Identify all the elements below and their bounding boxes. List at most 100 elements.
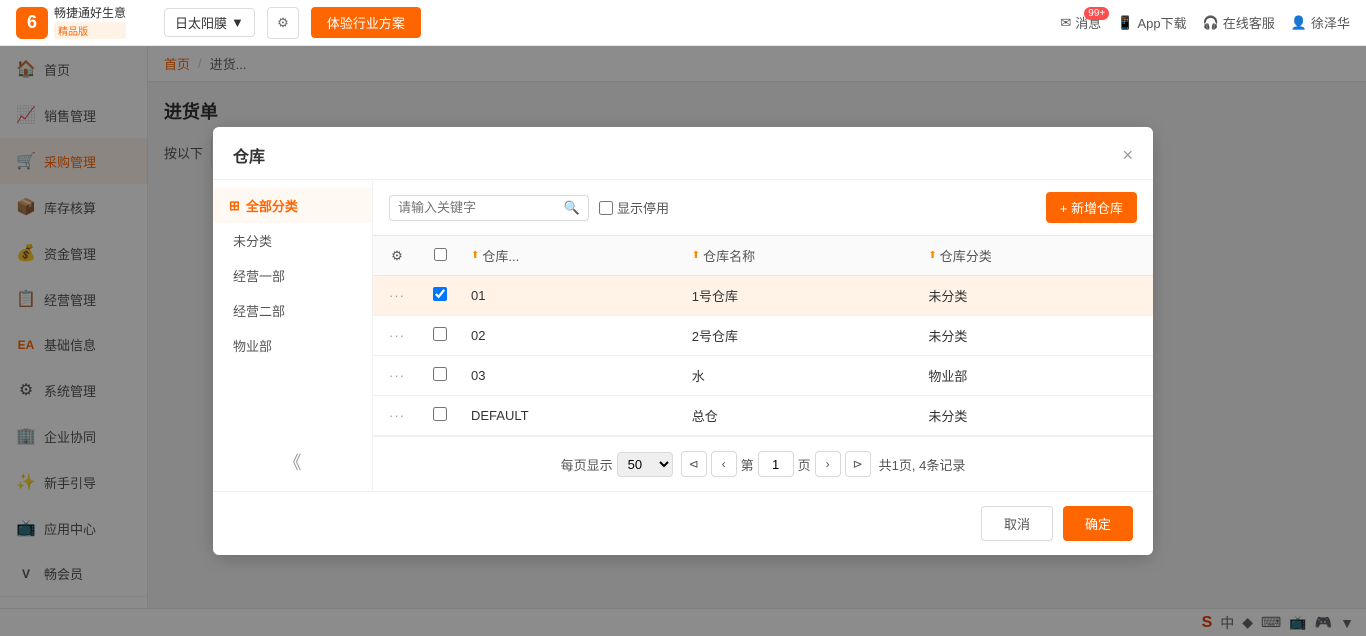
sort-icon-cat: ⬆ bbox=[928, 250, 936, 261]
headset-icon: 🎧 bbox=[1203, 15, 1219, 31]
row-category: 物业部 bbox=[916, 356, 1153, 396]
category-all-label: 全部分类 bbox=[246, 196, 298, 215]
category-label: 经营一部 bbox=[233, 269, 285, 284]
table-row[interactable]: ··· 02 2号仓库 未分类 bbox=[373, 316, 1153, 356]
logo-text: 畅捷通好生意 bbox=[54, 6, 126, 22]
settings-icon[interactable]: ⚙ bbox=[267, 7, 299, 39]
user-profile-button[interactable]: 👤 徐泽华 bbox=[1291, 13, 1350, 32]
warehouse-modal: 仓库 × ⊞ 全部分类 未分类 经营一部 经营二部 bbox=[213, 127, 1153, 555]
page-navigation: ⊲ ‹ 第 页 › ⊳ bbox=[681, 451, 871, 477]
row-code: 01 bbox=[459, 276, 680, 316]
user-icon: 👤 bbox=[1291, 15, 1307, 31]
th-code: ⬆ 仓库... bbox=[459, 236, 680, 276]
row-gear-cell: ··· bbox=[373, 276, 421, 316]
modal-footer: 取消 确定 bbox=[213, 491, 1153, 555]
row-gear-cell: ··· bbox=[373, 396, 421, 436]
category-item-unclassified[interactable]: 未分类 bbox=[213, 223, 372, 258]
last-page-button[interactable]: ⊳ bbox=[845, 451, 871, 477]
current-page-input[interactable] bbox=[758, 451, 794, 477]
header-middle: 日太阳膜 ▼ ⚙ 体验行业方案 bbox=[164, 7, 1060, 39]
row-select-checkbox[interactable] bbox=[433, 367, 447, 381]
row-category: 未分类 bbox=[916, 276, 1153, 316]
logo-icon: 6 bbox=[16, 7, 48, 39]
category-label: 物业部 bbox=[233, 339, 272, 354]
table-scroll: ⚙ ⬆ 仓库... bbox=[373, 235, 1153, 436]
header-right: ✉ 消息 99+ 📱 App下载 🎧 在线客服 👤 徐泽华 bbox=[1060, 13, 1350, 32]
messages-badge: 99+ bbox=[1084, 7, 1109, 20]
th-gear: ⚙ bbox=[373, 236, 421, 276]
prev-page-button[interactable]: ‹ bbox=[711, 451, 737, 477]
trial-button[interactable]: 体验行业方案 bbox=[311, 7, 421, 38]
row-select-checkbox[interactable] bbox=[433, 327, 447, 341]
modal-title: 仓库 bbox=[233, 143, 265, 167]
category-sidebar: ⊞ 全部分类 未分类 经营一部 经营二部 物业部 《 bbox=[213, 180, 373, 491]
table-row[interactable]: ··· DEFAULT 总仓 未分类 bbox=[373, 396, 1153, 436]
table-row[interactable]: ··· 01 1号仓库 未分类 bbox=[373, 276, 1153, 316]
modal-body: ⊞ 全部分类 未分类 经营一部 经营二部 物业部 《 bbox=[213, 180, 1153, 491]
category-all[interactable]: ⊞ 全部分类 bbox=[213, 188, 372, 223]
pagination: 每页显示 102050100 ⊲ ‹ 第 页 › ⊳ 共1页, 4条记录 bbox=[373, 436, 1153, 491]
message-icon: ✉ bbox=[1060, 15, 1071, 31]
row-name: 水 bbox=[680, 356, 917, 396]
row-checkbox-cell bbox=[421, 316, 459, 356]
store-selector[interactable]: 日太阳膜 ▼ bbox=[164, 8, 255, 37]
search-box: 🔍 bbox=[389, 195, 589, 221]
table-area: 🔍 显示停用 + 新增仓库 ⚙ bbox=[373, 180, 1153, 491]
row-options-icon[interactable]: ··· bbox=[389, 328, 405, 343]
sort-icon: ⬆ bbox=[471, 250, 479, 261]
category-item-property[interactable]: 物业部 bbox=[213, 328, 372, 363]
table-row[interactable]: ··· 03 水 物业部 bbox=[373, 356, 1153, 396]
search-input[interactable] bbox=[398, 200, 564, 215]
store-name: 日太阳膜 bbox=[175, 13, 227, 32]
row-options-icon[interactable]: ··· bbox=[389, 368, 405, 383]
chevron-down-icon: ▼ bbox=[231, 15, 244, 30]
grid-icon: ⊞ bbox=[229, 198, 240, 214]
category-collapse-button[interactable]: 《 bbox=[213, 441, 372, 483]
select-all-checkbox[interactable] bbox=[434, 248, 447, 261]
modal-close-button[interactable]: × bbox=[1122, 145, 1133, 166]
app-download-button[interactable]: 📱 App下载 bbox=[1117, 13, 1186, 32]
row-checkbox-cell bbox=[421, 276, 459, 316]
page-label: 第 bbox=[741, 455, 754, 474]
th-name: ⬆ 仓库名称 bbox=[680, 236, 917, 276]
per-page-select[interactable]: 102050100 bbox=[617, 452, 673, 477]
row-options-icon[interactable]: ··· bbox=[389, 288, 405, 303]
row-code: DEFAULT bbox=[459, 396, 680, 436]
logo-badge: 精品版 bbox=[54, 22, 126, 39]
category-item-dept2[interactable]: 经营二部 bbox=[213, 293, 372, 328]
row-name: 1号仓库 bbox=[680, 276, 917, 316]
messages-button[interactable]: ✉ 消息 99+ bbox=[1060, 13, 1101, 32]
modal-header: 仓库 × bbox=[213, 127, 1153, 180]
show-disabled-checkbox: 显示停用 bbox=[599, 198, 669, 217]
logo-area: 6 畅捷通好生意 精品版 bbox=[16, 6, 164, 39]
row-code: 03 bbox=[459, 356, 680, 396]
category-item-dept1[interactable]: 经营一部 bbox=[213, 258, 372, 293]
row-gear-cell: ··· bbox=[373, 316, 421, 356]
warehouse-table: ⚙ ⬆ 仓库... bbox=[373, 235, 1153, 436]
cancel-button[interactable]: 取消 bbox=[981, 506, 1053, 541]
user-name: 徐泽华 bbox=[1311, 13, 1350, 32]
disabled-checkbox[interactable] bbox=[599, 201, 613, 215]
per-page-label: 每页显示 bbox=[561, 455, 613, 474]
modal-overlay[interactable]: 仓库 × ⊞ 全部分类 未分类 经营一部 经营二部 bbox=[0, 46, 1366, 636]
first-page-button[interactable]: ⊲ bbox=[681, 451, 707, 477]
search-icon[interactable]: 🔍 bbox=[564, 200, 580, 216]
row-name: 总仓 bbox=[680, 396, 917, 436]
row-options-icon[interactable]: ··· bbox=[389, 408, 405, 423]
sort-icon-name: ⬆ bbox=[692, 250, 700, 261]
gear-header-icon[interactable]: ⚙ bbox=[391, 248, 403, 263]
show-disabled-label: 显示停用 bbox=[617, 198, 669, 217]
row-select-checkbox[interactable] bbox=[433, 407, 447, 421]
add-warehouse-button[interactable]: + 新增仓库 bbox=[1046, 192, 1137, 223]
confirm-button[interactable]: 确定 bbox=[1063, 506, 1133, 541]
row-code: 02 bbox=[459, 316, 680, 356]
th-category: ⬆ 仓库分类 bbox=[916, 236, 1153, 276]
row-gear-cell: ··· bbox=[373, 356, 421, 396]
page-suffix: 页 bbox=[798, 455, 811, 474]
row-checkbox-cell bbox=[421, 396, 459, 436]
row-name: 2号仓库 bbox=[680, 316, 917, 356]
top-header: 6 畅捷通好生意 精品版 日太阳膜 ▼ ⚙ 体验行业方案 ✉ 消息 99+ 📱 … bbox=[0, 0, 1366, 46]
customer-service-button[interactable]: 🎧 在线客服 bbox=[1203, 13, 1275, 32]
row-select-checkbox[interactable] bbox=[433, 287, 447, 301]
next-page-button[interactable]: › bbox=[815, 451, 841, 477]
